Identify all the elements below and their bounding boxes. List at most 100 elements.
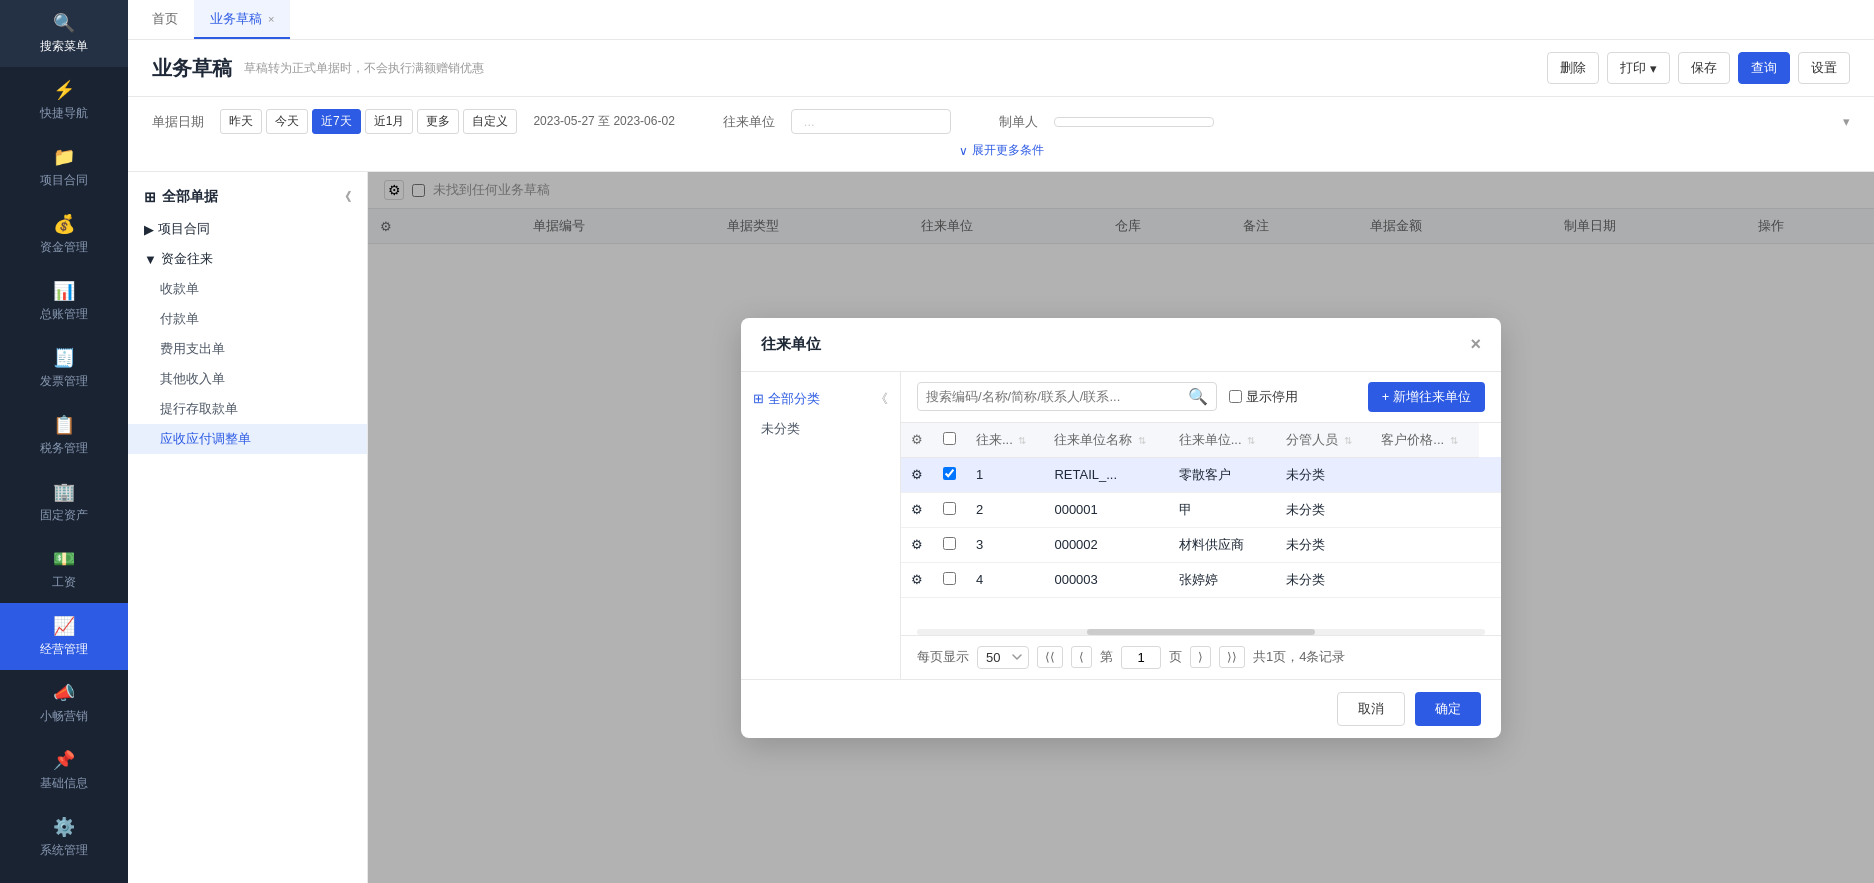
row-code: 000002 (1044, 527, 1168, 562)
row-price (1479, 527, 1501, 562)
row-category: 未分类 (1276, 527, 1371, 562)
page-first-btn[interactable]: ⟨⟨ (1037, 646, 1063, 668)
row-price (1479, 562, 1501, 597)
sidebar-item-ops[interactable]: 📈 经营管理 (0, 603, 128, 670)
row-category: 未分类 (1276, 457, 1371, 492)
marketing-icon: 📣 (53, 682, 75, 704)
sidebar-item-salary[interactable]: 💵 工资 (0, 536, 128, 603)
partner-modal: 往来单位 × ⊞ 全部分类 《 未分 (741, 318, 1501, 738)
row-manager (1371, 457, 1478, 492)
date-btns: 昨天 今天 近7天 近1月 更多 自定义 (220, 109, 517, 134)
expand-arrow-icon: ∨ (959, 144, 968, 158)
modal-header: 往来单位 × (741, 318, 1501, 372)
modal-sidebar-unclassified[interactable]: 未分类 (741, 414, 900, 444)
main-area: ⚙ 未找到任何业务草稿 ⚙ 单据编号 单据类型 往来单位 仓库 备注 (368, 172, 1874, 883)
row-check[interactable] (933, 527, 966, 562)
page-number-input[interactable] (1121, 646, 1161, 669)
partner-search-box[interactable]: 🔍 (917, 382, 1217, 411)
table-row[interactable]: ⚙ 1 RETAIL_... 零散客户 未分类 (901, 457, 1501, 492)
date-btn-today[interactable]: 今天 (266, 109, 308, 134)
modal-sidebar-grid-icon: ⊞ (753, 391, 764, 406)
print-button[interactable]: 打印 ▾ (1607, 52, 1670, 84)
sidebar-item-tax[interactable]: 📋 税务管理 (0, 402, 128, 469)
nav-item-expense[interactable]: 费用支出单 (128, 334, 367, 364)
row-check[interactable] (933, 457, 966, 492)
th-name: 往来单位名称 ⇅ (1044, 423, 1168, 458)
settings-button[interactable]: 设置 (1798, 52, 1850, 84)
row-settings: ⚙ (901, 457, 933, 492)
partner-search-input[interactable] (926, 389, 1182, 404)
cancel-btn[interactable]: 取消 (1337, 692, 1405, 726)
show-disabled-checkbox[interactable] (1229, 390, 1242, 403)
th-manager: 分管人员 ⇅ (1276, 423, 1371, 458)
scrollbar-thumb[interactable] (1087, 629, 1314, 635)
nav-group-finance[interactable]: ▼ 资金往来 (128, 244, 367, 274)
nav-group-label-project: 项目合同 (158, 220, 210, 238)
row-price (1479, 457, 1501, 492)
save-button[interactable]: 保存 (1678, 52, 1730, 84)
partner-select[interactable]: ... (791, 109, 951, 134)
nav-item-bank[interactable]: 提行存取款单 (128, 394, 367, 424)
add-partner-btn[interactable]: + 新增往来单位 (1368, 382, 1485, 412)
table-row[interactable]: ⚙ 4 000003 张婷婷 未分类 (901, 562, 1501, 597)
show-disabled-checkbox-label[interactable]: 显示停用 (1229, 388, 1298, 406)
sidebar-item-finance[interactable]: 💰 资金管理 (0, 201, 128, 268)
row-check[interactable] (933, 492, 966, 527)
row-check[interactable] (933, 562, 966, 597)
tab-draft[interactable]: 业务草稿 × (194, 0, 290, 39)
nav-item-adjust[interactable]: 应收应付调整单 (128, 424, 367, 454)
per-page-select[interactable]: 50 100 200 (977, 646, 1029, 669)
modal-close-btn[interactable]: × (1470, 334, 1481, 355)
content-area: ⊞ 全部单据 《 ▶ 项目合同 ▼ 资金往来 收款单 付款单 费用支出单 其他收… (128, 172, 1874, 883)
page-prev-btn[interactable]: ⟨ (1071, 646, 1092, 668)
confirm-btn[interactable]: 确定 (1415, 692, 1481, 726)
sidebar-item-asset[interactable]: 🏢 固定资产 (0, 469, 128, 536)
nav-group-arrow-project: ▶ (144, 222, 154, 237)
per-page-label: 每页显示 (917, 648, 969, 666)
sidebar-item-guide[interactable]: 🎯 新手引导 (0, 871, 128, 883)
modal-sidebar: ⊞ 全部分类 《 未分类 (741, 372, 901, 679)
nav-item-payment[interactable]: 付款单 (128, 304, 367, 334)
sidebar-item-search[interactable]: 🔍 搜索菜单 (0, 0, 128, 67)
query-button[interactable]: 查询 (1738, 52, 1790, 84)
sidebar-item-accounts[interactable]: 📊 总账管理 (0, 268, 128, 335)
sidebar-item-sysadmin[interactable]: ⚙️ 系统管理 (0, 804, 128, 871)
sidebar-label-marketing: 小畅营销 (40, 708, 88, 725)
table-row[interactable]: ⚙ 3 000002 材料供应商 未分类 (901, 527, 1501, 562)
panel-collapse-icon[interactable]: 《 (339, 189, 351, 206)
panel-header[interactable]: ⊞ 全部单据 《 (128, 180, 367, 214)
filter-expand-btn[interactable]: ∨ 展开更多条件 (959, 142, 1044, 159)
search-icon: 🔍 (1188, 387, 1208, 406)
sidebar-item-invoice[interactable]: 🧾 发票管理 (0, 335, 128, 402)
nav-item-receipt[interactable]: 收款单 (128, 274, 367, 304)
sidebar-item-basic[interactable]: 📌 基础信息 (0, 737, 128, 804)
sidebar-item-marketing[interactable]: 📣 小畅营销 (0, 670, 128, 737)
nav-item-other-income[interactable]: 其他收入单 (128, 364, 367, 394)
tab-draft-close[interactable]: × (268, 13, 274, 25)
search-icon: 🔍 (53, 12, 75, 34)
print-arrow-icon: ▾ (1650, 61, 1657, 76)
table-row[interactable]: ⚙ 2 000001 甲 未分类 (901, 492, 1501, 527)
tab-home[interactable]: 首页 (136, 0, 194, 39)
horizontal-scrollbar[interactable] (917, 629, 1485, 635)
date-btn-1month[interactable]: 近1月 (365, 109, 414, 134)
delete-button[interactable]: 删除 (1547, 52, 1599, 84)
sidebar-item-project[interactable]: 📁 项目合同 (0, 134, 128, 201)
sidebar-item-quicknav[interactable]: ⚡ 快捷导航 (0, 67, 128, 134)
date-btn-yesterday[interactable]: 昨天 (220, 109, 262, 134)
row-settings: ⚙ (901, 527, 933, 562)
page-last-btn[interactable]: ⟩⟩ (1219, 646, 1245, 668)
sidebar-label-tax: 税务管理 (40, 440, 88, 457)
modal-sidebar-all[interactable]: ⊞ 全部分类 《 (741, 384, 900, 414)
row-manager (1371, 492, 1478, 527)
nav-group-project[interactable]: ▶ 项目合同 (128, 214, 367, 244)
date-btn-more[interactable]: 更多 (417, 109, 459, 134)
date-btn-7days[interactable]: 近7天 (312, 109, 361, 134)
modal-sidebar-collapse-icon[interactable]: 《 (875, 390, 888, 408)
th-select-all[interactable] (943, 432, 956, 445)
date-btn-custom[interactable]: 自定义 (463, 109, 517, 134)
page-next-btn[interactable]: ⟩ (1190, 646, 1211, 668)
sidebar-label-accounts: 总账管理 (40, 306, 88, 323)
project-icon: 📁 (53, 146, 75, 168)
creator-select[interactable] (1054, 117, 1214, 127)
